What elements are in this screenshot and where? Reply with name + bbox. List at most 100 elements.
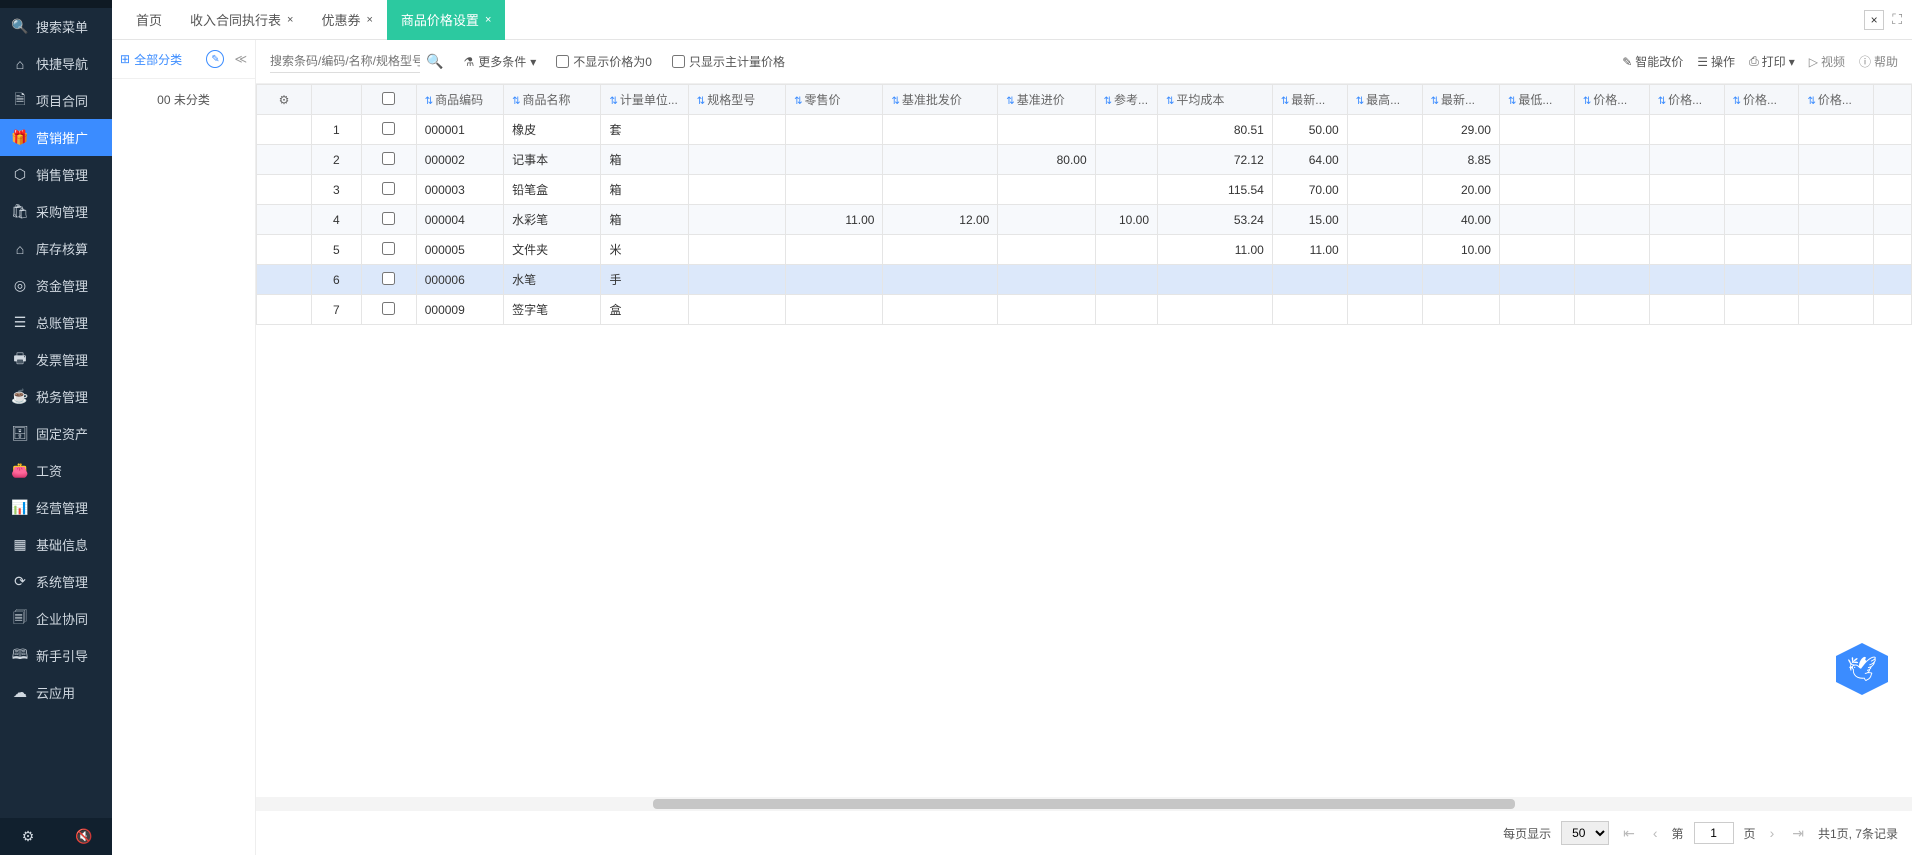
row-checkbox[interactable]	[382, 122, 395, 135]
select-all-header[interactable]	[361, 85, 416, 115]
cell-retail[interactable]	[786, 235, 883, 265]
cell-wholesale[interactable]	[883, 145, 998, 175]
cell-p4[interactable]	[1799, 265, 1874, 295]
cell-purchase[interactable]	[998, 235, 1095, 265]
prev-page-button[interactable]: ‹	[1649, 825, 1662, 841]
print-button[interactable]: ⎙ 打印 ▾	[1749, 53, 1795, 70]
cell-ref[interactable]	[1095, 115, 1157, 145]
sidebar-item-1[interactable]: ⌂快捷导航	[0, 45, 112, 82]
gear-column-header[interactable]: ⚙	[257, 85, 312, 115]
sidebar-item-8[interactable]: ☰总账管理	[0, 304, 112, 341]
sidebar-item-10[interactable]: ☕税务管理	[0, 378, 112, 415]
hide-zero-price-checkbox[interactable]: 不显示价格为0	[556, 53, 652, 70]
cell-p1[interactable]	[1574, 175, 1649, 205]
sidebar-item-16[interactable]: 🗐企业协同	[0, 600, 112, 637]
cell-purchase[interactable]: 80.00	[998, 145, 1095, 175]
cell-p4[interactable]	[1799, 175, 1874, 205]
edit-categories-button[interactable]: ✎	[206, 50, 224, 68]
cell-p3[interactable]	[1724, 295, 1799, 325]
cell-p1[interactable]	[1574, 295, 1649, 325]
cell-p4[interactable]	[1799, 115, 1874, 145]
cell-retail[interactable]	[786, 115, 883, 145]
sidebar-item-9[interactable]: 🖶发票管理	[0, 341, 112, 378]
collapse-panel-button[interactable]: ≪	[234, 52, 247, 66]
cell-p1[interactable]	[1574, 235, 1649, 265]
per-page-select[interactable]: 50	[1561, 821, 1609, 845]
table-wrap[interactable]: ⚙⇅商品编码⇅商品名称⇅计量单位...⇅规格型号⇅零售价⇅基准批发价⇅基准进价⇅…	[256, 84, 1912, 797]
column-header-6[interactable]: ⇅基准进价	[998, 85, 1095, 115]
first-page-button[interactable]: ⇤	[1619, 825, 1639, 842]
column-header-12[interactable]: ⇅最低...	[1499, 85, 1574, 115]
cell-p2[interactable]	[1649, 265, 1724, 295]
category-item[interactable]: 00 未分类	[124, 91, 243, 108]
operations-button[interactable]: ☰ 操作	[1697, 53, 1735, 70]
row-checkbox-cell[interactable]	[361, 265, 416, 295]
sidebar-item-13[interactable]: 📊经营管理	[0, 489, 112, 526]
page-input[interactable]	[1694, 822, 1734, 844]
next-page-button[interactable]: ›	[1766, 825, 1779, 841]
column-header-8[interactable]: ⇅平均成本	[1158, 85, 1273, 115]
scrollbar-thumb[interactable]	[653, 799, 1514, 809]
cell-p3[interactable]	[1724, 175, 1799, 205]
cell-ref[interactable]	[1095, 295, 1157, 325]
cell-p3[interactable]	[1724, 115, 1799, 145]
column-header-0[interactable]: ⇅商品编码	[416, 85, 503, 115]
row-checkbox-cell[interactable]	[361, 145, 416, 175]
cell-retail[interactable]	[786, 145, 883, 175]
cell-p3[interactable]	[1724, 205, 1799, 235]
horizontal-scrollbar[interactable]	[256, 797, 1912, 811]
video-button[interactable]: ▷ 视频	[1809, 53, 1845, 70]
sound-button[interactable]: 🔇	[56, 818, 112, 855]
main-unit-only-checkbox[interactable]: 只显示主计量价格	[672, 53, 785, 70]
last-page-button[interactable]: ⇥	[1788, 825, 1808, 842]
tab-close-icon[interactable]: ×	[366, 14, 372, 26]
row-gear[interactable]	[257, 265, 312, 295]
cell-purchase[interactable]	[998, 175, 1095, 205]
sidebar-item-11[interactable]: 🗄固定资产	[0, 415, 112, 452]
cell-wholesale[interactable]	[883, 175, 998, 205]
table-row[interactable]: 7000009签字笔盒	[257, 295, 1912, 325]
sidebar-item-2[interactable]: 🗎项目合同	[0, 82, 112, 119]
cell-retail[interactable]: 11.00	[786, 205, 883, 235]
cell-wholesale[interactable]	[883, 295, 998, 325]
cell-p4[interactable]	[1799, 145, 1874, 175]
sidebar-item-7[interactable]: ◎资金管理	[0, 267, 112, 304]
cell-ref[interactable]	[1095, 235, 1157, 265]
cell-retail[interactable]	[786, 265, 883, 295]
row-checkbox[interactable]	[382, 182, 395, 195]
tab-1[interactable]: 收入合同执行表×	[176, 0, 307, 40]
row-gear[interactable]	[257, 235, 312, 265]
cell-purchase[interactable]	[998, 115, 1095, 145]
table-row[interactable]: 5000005文件夹米11.0011.0010.00	[257, 235, 1912, 265]
row-gear[interactable]	[257, 115, 312, 145]
table-row[interactable]: 4000004水彩笔箱11.0012.0010.0053.2415.0040.0…	[257, 205, 1912, 235]
sidebar-item-12[interactable]: 👛工资	[0, 452, 112, 489]
column-header-15[interactable]: ⇅价格...	[1724, 85, 1799, 115]
cell-p2[interactable]	[1649, 205, 1724, 235]
column-header-9[interactable]: ⇅最新...	[1272, 85, 1347, 115]
cell-purchase[interactable]	[998, 265, 1095, 295]
column-header-2[interactable]: ⇅计量单位...	[601, 85, 688, 115]
help-button[interactable]: ⓘ 帮助	[1859, 53, 1898, 70]
cell-retail[interactable]	[786, 295, 883, 325]
fullscreen-button[interactable]: ⛶	[1892, 11, 1902, 28]
cell-wholesale[interactable]: 12.00	[883, 205, 998, 235]
column-header-16[interactable]: ⇅价格...	[1799, 85, 1874, 115]
sidebar-item-15[interactable]: ⟳系统管理	[0, 563, 112, 600]
column-header-14[interactable]: ⇅价格...	[1649, 85, 1724, 115]
cell-p1[interactable]	[1574, 265, 1649, 295]
row-checkbox[interactable]	[382, 242, 395, 255]
column-header-5[interactable]: ⇅基准批发价	[883, 85, 998, 115]
table-row[interactable]: 1000001橡皮套80.5150.0029.00	[257, 115, 1912, 145]
main-unit-only-input[interactable]	[672, 55, 685, 68]
cell-p1[interactable]	[1574, 205, 1649, 235]
sidebar-item-17[interactable]: 🕮新手引导	[0, 637, 112, 674]
column-header-3[interactable]: ⇅规格型号	[688, 85, 785, 115]
cell-p2[interactable]	[1649, 145, 1724, 175]
select-all-checkbox[interactable]	[382, 92, 395, 105]
settings-button[interactable]: ⚙	[0, 818, 56, 855]
row-gear[interactable]	[257, 175, 312, 205]
cell-p1[interactable]	[1574, 145, 1649, 175]
cell-p3[interactable]	[1724, 145, 1799, 175]
cell-wholesale[interactable]	[883, 235, 998, 265]
